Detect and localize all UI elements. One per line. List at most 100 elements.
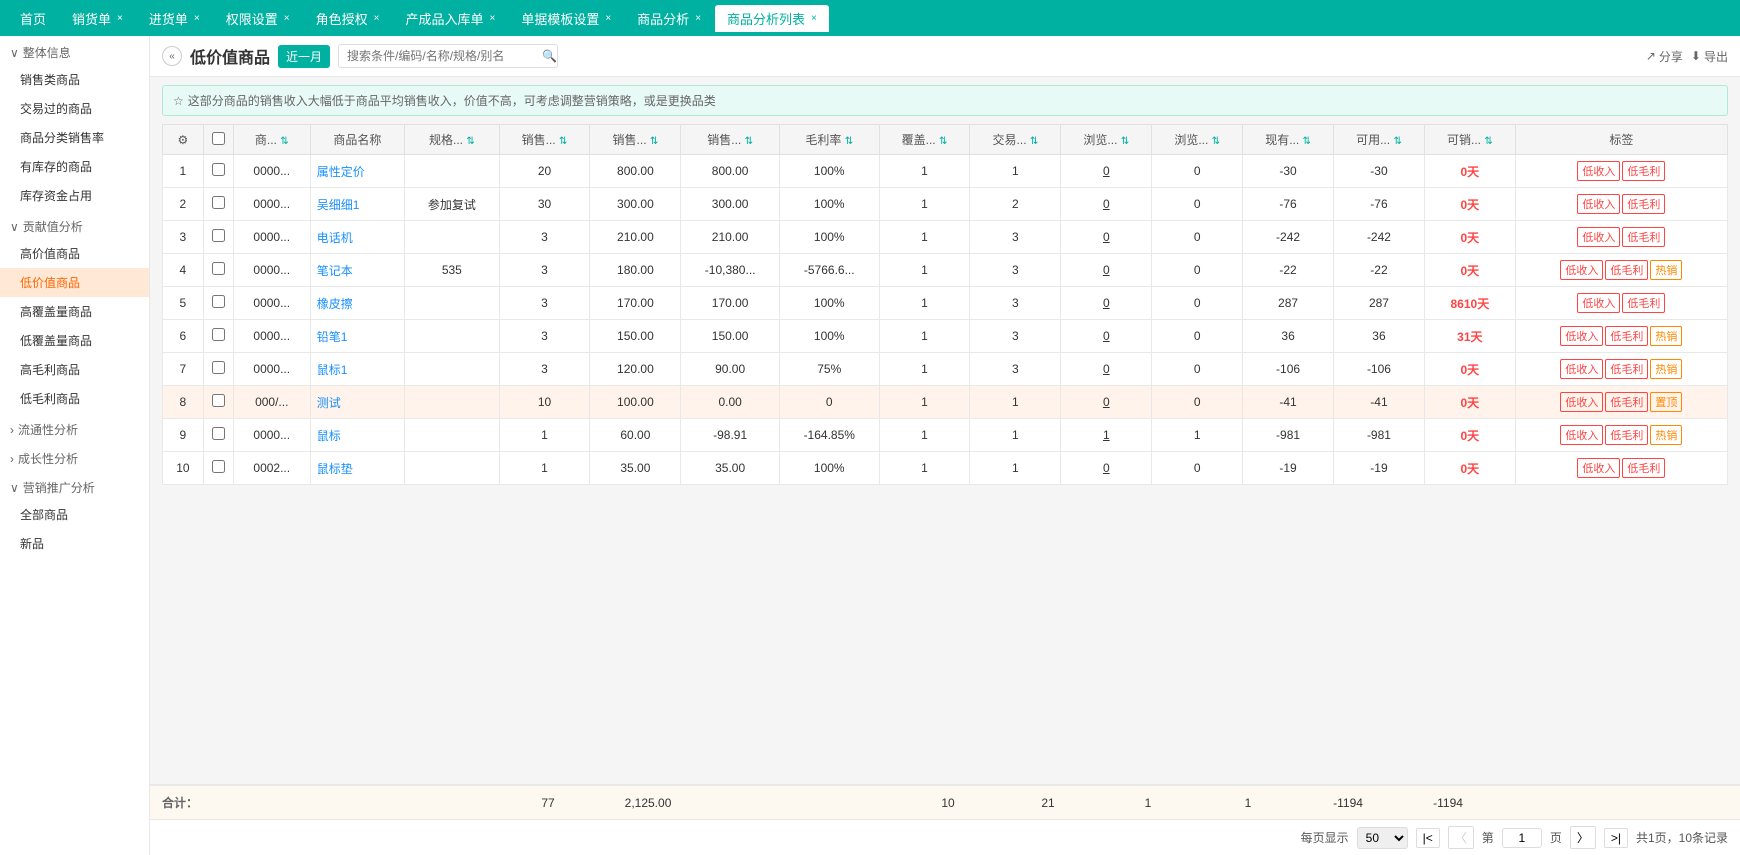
row-name[interactable]: 吴细细1 — [310, 188, 404, 221]
col-sellable[interactable]: 可销... ⇅ — [1424, 125, 1515, 155]
row-checkbox[interactable] — [212, 361, 225, 374]
nav-role-close[interactable]: × — [374, 13, 380, 24]
sidebar-item-new-products[interactable]: 新品 — [0, 529, 149, 558]
row-checkbox-cell[interactable] — [203, 353, 233, 386]
row-browse1[interactable]: 0 — [1061, 287, 1152, 320]
nav-template-close[interactable]: × — [605, 13, 611, 24]
nav-product-inbound[interactable]: 产成品入库单 × — [393, 5, 507, 32]
row-browse1[interactable]: 0 — [1061, 155, 1152, 188]
nav-role[interactable]: 角色授权 × — [304, 5, 392, 32]
nav-sales-close[interactable]: × — [117, 13, 123, 24]
col-sales-amount[interactable]: 销售... ⇅ — [681, 125, 780, 155]
row-browse1[interactable]: 0 — [1061, 188, 1152, 221]
row-name[interactable]: 笔记本 — [310, 254, 404, 287]
row-checkbox[interactable] — [212, 328, 225, 341]
browse-link[interactable]: 0 — [1103, 395, 1110, 409]
sidebar-item-high-margin[interactable]: 高毛利商品 — [0, 355, 149, 384]
row-checkbox-cell[interactable] — [203, 419, 233, 452]
prev-page-button[interactable]: 〈 — [1448, 826, 1474, 849]
row-browse1[interactable]: 0 — [1061, 320, 1152, 353]
nav-home[interactable]: 首页 — [8, 5, 58, 32]
browse-link[interactable]: 0 — [1103, 197, 1110, 211]
row-browse1[interactable]: 0 — [1061, 221, 1152, 254]
browse-link[interactable]: 0 — [1103, 296, 1110, 310]
sidebar-group-circulation[interactable]: › 流通性分析 — [0, 413, 149, 442]
sidebar-item-low-coverage[interactable]: 低覆盖量商品 — [0, 326, 149, 355]
col-sales-qty[interactable]: 销售... ⇅ — [499, 125, 590, 155]
sidebar-group-overall[interactable]: ∨ 整体信息 — [0, 36, 149, 65]
row-name[interactable]: 鼠标1 — [310, 353, 404, 386]
row-browse1[interactable]: 0 — [1061, 353, 1152, 386]
browse-link[interactable]: 0 — [1103, 230, 1110, 244]
row-name[interactable]: 测试 — [310, 386, 404, 419]
row-browse1[interactable]: 0 — [1061, 254, 1152, 287]
col-stock-actual[interactable]: 现有... ⇅ — [1243, 125, 1334, 155]
browse-link[interactable]: 0 — [1103, 329, 1110, 343]
row-name[interactable]: 橡皮擦 — [310, 287, 404, 320]
nav-sales[interactable]: 销货单 × — [60, 5, 135, 32]
browse-link[interactable]: 0 — [1103, 164, 1110, 178]
row-checkbox-cell[interactable] — [203, 155, 233, 188]
browse-link[interactable]: 0 — [1103, 461, 1110, 475]
nav-product-analysis-close[interactable]: × — [695, 13, 701, 24]
row-name[interactable]: 电话机 — [310, 221, 404, 254]
col-sales-price[interactable]: 销售... ⇅ — [590, 125, 681, 155]
col-trade[interactable]: 交易... ⇅ — [970, 125, 1061, 155]
sidebar-item-sales-products[interactable]: 销售类商品 — [0, 65, 149, 94]
row-checkbox-cell[interactable] — [203, 221, 233, 254]
row-name[interactable]: 鼠标 — [310, 419, 404, 452]
sidebar-item-low-margin[interactable]: 低毛利商品 — [0, 384, 149, 413]
row-checkbox-cell[interactable] — [203, 188, 233, 221]
row-browse1[interactable]: 0 — [1061, 386, 1152, 419]
row-browse1[interactable]: 0 — [1061, 452, 1152, 485]
select-all-checkbox[interactable] — [212, 132, 225, 145]
sidebar-item-stock-products[interactable]: 有库存的商品 — [0, 152, 149, 181]
col-code[interactable]: 商... ⇅ — [233, 125, 310, 155]
sidebar-group-contribution[interactable]: ∨ 贡献值分析 — [0, 210, 149, 239]
sidebar-item-stock-funds[interactable]: 库存资金占用 — [0, 181, 149, 210]
current-page-input[interactable] — [1502, 828, 1542, 848]
row-checkbox[interactable] — [212, 196, 225, 209]
row-checkbox[interactable] — [212, 163, 225, 176]
sidebar-item-low-value[interactable]: 低价值商品 — [0, 268, 149, 297]
nav-permission[interactable]: 权限设置 × — [214, 5, 302, 32]
nav-product-analysis-list[interactable]: 商品分析列表 × — [715, 5, 829, 32]
share-button[interactable]: ↗ 分享 — [1646, 48, 1683, 65]
row-checkbox[interactable] — [212, 295, 225, 308]
col-spec[interactable]: 规格... ⇅ — [405, 125, 499, 155]
col-browse1[interactable]: 浏览... ⇅ — [1061, 125, 1152, 155]
row-checkbox[interactable] — [212, 229, 225, 242]
sidebar-group-marketing[interactable]: ∨ 营销推广分析 — [0, 471, 149, 500]
date-filter-button[interactable]: 近一月 — [278, 45, 330, 68]
col-stock-available[interactable]: 可用... ⇅ — [1334, 125, 1425, 155]
col-browse2[interactable]: 浏览... ⇅ — [1152, 125, 1243, 155]
nav-product-analysis[interactable]: 商品分析 × — [625, 5, 713, 32]
sidebar-item-all-products[interactable]: 全部商品 — [0, 500, 149, 529]
search-input[interactable] — [338, 44, 558, 68]
page-size-select[interactable]: 50 100 200 — [1357, 827, 1408, 849]
row-checkbox-cell[interactable] — [203, 386, 233, 419]
nav-purchase-close[interactable]: × — [194, 13, 200, 24]
last-page-button[interactable]: >| — [1604, 828, 1628, 848]
row-checkbox-cell[interactable] — [203, 254, 233, 287]
sidebar-item-category-rate[interactable]: 商品分类销售率 — [0, 123, 149, 152]
nav-product-analysis-list-close[interactable]: × — [811, 13, 817, 24]
next-page-button[interactable]: 〉 — [1570, 826, 1596, 849]
browse-link[interactable]: 0 — [1103, 362, 1110, 376]
row-name[interactable]: 鼠标垫 — [310, 452, 404, 485]
browse-link[interactable]: 1 — [1103, 428, 1110, 442]
nav-template[interactable]: 单据模板设置 × — [509, 5, 623, 32]
row-checkbox-cell[interactable] — [203, 452, 233, 485]
row-name[interactable]: 属性定价 — [310, 155, 404, 188]
col-settings[interactable]: ⚙ — [163, 125, 204, 155]
row-checkbox-cell[interactable] — [203, 287, 233, 320]
sidebar-item-high-value[interactable]: 高价值商品 — [0, 239, 149, 268]
row-browse1[interactable]: 1 — [1061, 419, 1152, 452]
sidebar-group-growth[interactable]: › 成长性分析 — [0, 442, 149, 471]
row-name[interactable]: 铅笔1 — [310, 320, 404, 353]
search-icon[interactable]: 🔍 — [542, 49, 557, 63]
nav-product-inbound-close[interactable]: × — [489, 13, 495, 24]
first-page-button[interactable]: |< — [1416, 828, 1440, 848]
sidebar-item-traded-products[interactable]: 交易过的商品 — [0, 94, 149, 123]
row-checkbox[interactable] — [212, 460, 225, 473]
